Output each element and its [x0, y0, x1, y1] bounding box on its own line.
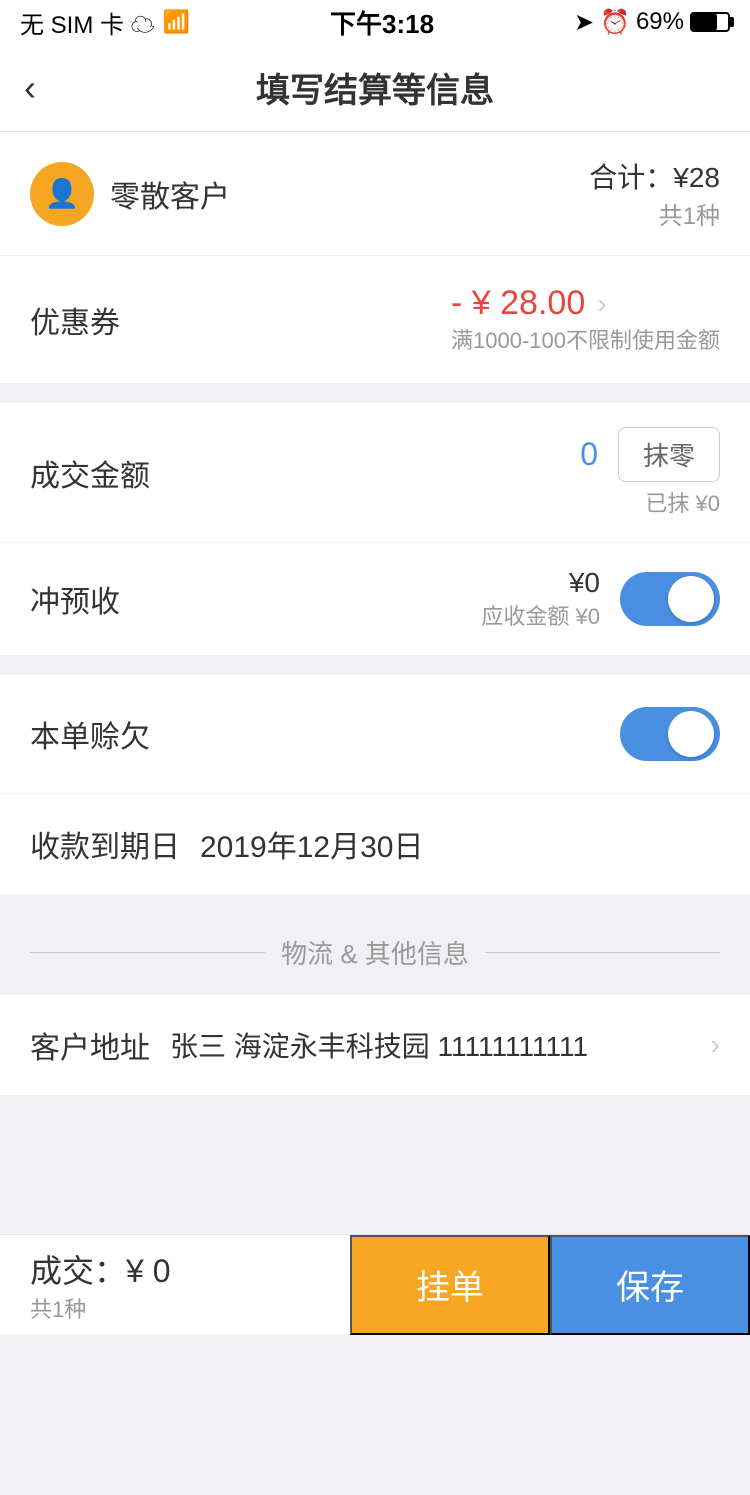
avatar-icon: 👤	[45, 177, 80, 210]
address-value: 张三 海淀永丰科技园 11111111111	[170, 1025, 691, 1065]
deal-amount-controls: 0 抹零	[580, 427, 720, 482]
due-date-label: 收款到期日	[30, 822, 180, 866]
bottom-deal-label: 成交：	[30, 1253, 126, 1289]
customer-left: 👤 零散客户	[30, 162, 230, 226]
logistics-section-header: 物流 & 其他信息	[0, 914, 750, 991]
status-bar-right: ➤ ⏰ 69%	[574, 8, 730, 37]
logistics-header-text: 物流 & 其他信息	[281, 934, 469, 971]
due-date-value[interactable]: 2019年12月30日	[200, 822, 423, 866]
prepay-sub-amount: 应收金额 ¥0	[481, 599, 600, 631]
address-chevron-icon: ›	[711, 1029, 720, 1061]
location-icon: ➤	[574, 8, 594, 37]
section-divider-1	[0, 383, 750, 403]
battery-percent: 69%	[636, 8, 684, 36]
deal-amount-sub: 已抹 ¥0	[645, 486, 720, 518]
save-button[interactable]: 保存	[550, 1235, 750, 1335]
back-button[interactable]: ‹	[24, 67, 36, 109]
prepay-toggle[interactable]	[620, 572, 720, 626]
no-sim-text: 无 SIM 卡 ☁	[20, 5, 155, 40]
coupon-label: 优惠券	[30, 298, 120, 342]
deal-amount-value[interactable]: 0	[580, 436, 598, 473]
header-line-left	[30, 952, 265, 953]
customer-count: 共1种	[589, 196, 720, 231]
section-divider-2	[0, 655, 750, 675]
credit-toggle-knob	[668, 711, 714, 757]
nav-bar: ‹ 填写结算等信息	[0, 44, 750, 132]
avatar: 👤	[30, 162, 94, 226]
bottom-deal-sub: 共1种	[30, 1292, 320, 1324]
coupon-row[interactable]: 优惠券 - ¥ 28.00 › 满1000-100不限制使用金额	[0, 255, 750, 383]
status-bar-time: 下午3:18	[330, 4, 434, 41]
deal-amount-right-wrap: 0 抹零 已抹 ¥0	[580, 427, 720, 518]
header-line-right	[485, 952, 720, 953]
customer-row: 👤 零散客户 合计：¥28 共1种	[0, 132, 750, 255]
coupon-amount: - ¥ 28.00	[451, 284, 585, 323]
coupon-right-wrap: - ¥ 28.00 › 满1000-100不限制使用金额	[451, 284, 720, 355]
bottom-bar: 成交：¥ 0 共1种 挂单 保存	[0, 1234, 750, 1334]
alarm-icon: ⏰	[600, 8, 630, 37]
address-row[interactable]: 客户地址 张三 海淀永丰科技园 11111111111 ›	[0, 995, 750, 1095]
page-title: 填写结算等信息	[256, 63, 494, 112]
section-divider-3	[0, 894, 750, 914]
customer-name: 零散客户	[110, 172, 230, 216]
pending-button[interactable]: 挂单	[350, 1235, 550, 1335]
bottom-deal-info: 成交：¥ 0 共1种	[0, 1246, 350, 1324]
bottom-spacer	[0, 1375, 750, 1495]
wifi-icon: 📶	[163, 9, 190, 35]
round-zero-button[interactable]: 抹零	[618, 427, 720, 482]
credit-row: 本单赊欠	[0, 675, 750, 793]
battery-icon	[690, 12, 730, 32]
credit-label: 本单赊欠	[30, 712, 150, 756]
address-label: 客户地址	[30, 1023, 150, 1067]
coupon-chevron-icon: ›	[597, 288, 606, 320]
customer-right: 合计：¥28 共1种	[589, 156, 720, 231]
bottom-deal-value: ¥ 0	[126, 1253, 170, 1289]
prepay-amounts: ¥0 应收金额 ¥0	[481, 567, 600, 631]
status-bar-left: 无 SIM 卡 ☁ 📶	[20, 5, 190, 40]
bottom-deal-main: 成交：¥ 0	[30, 1246, 320, 1292]
coupon-desc: 满1000-100不限制使用金额	[451, 323, 720, 355]
due-date-row: 收款到期日 2019年12月30日	[0, 793, 750, 894]
credit-toggle[interactable]	[620, 707, 720, 761]
status-bar: 无 SIM 卡 ☁ 📶 下午3:18 ➤ ⏰ 69%	[0, 0, 750, 44]
prepay-label: 冲预收	[30, 577, 120, 621]
prepay-main-amount: ¥0	[481, 567, 600, 599]
prepay-right-wrap: ¥0 应收金额 ¥0	[481, 567, 720, 631]
customer-total: 合计：¥28	[589, 156, 720, 196]
prepay-row: 冲预收 ¥0 应收金额 ¥0	[0, 542, 750, 655]
deal-amount-row: 成交金额 0 抹零 已抹 ¥0	[0, 403, 750, 542]
section-divider-5	[0, 1095, 750, 1115]
deal-amount-label: 成交金额	[30, 451, 150, 495]
toggle-knob	[668, 576, 714, 622]
